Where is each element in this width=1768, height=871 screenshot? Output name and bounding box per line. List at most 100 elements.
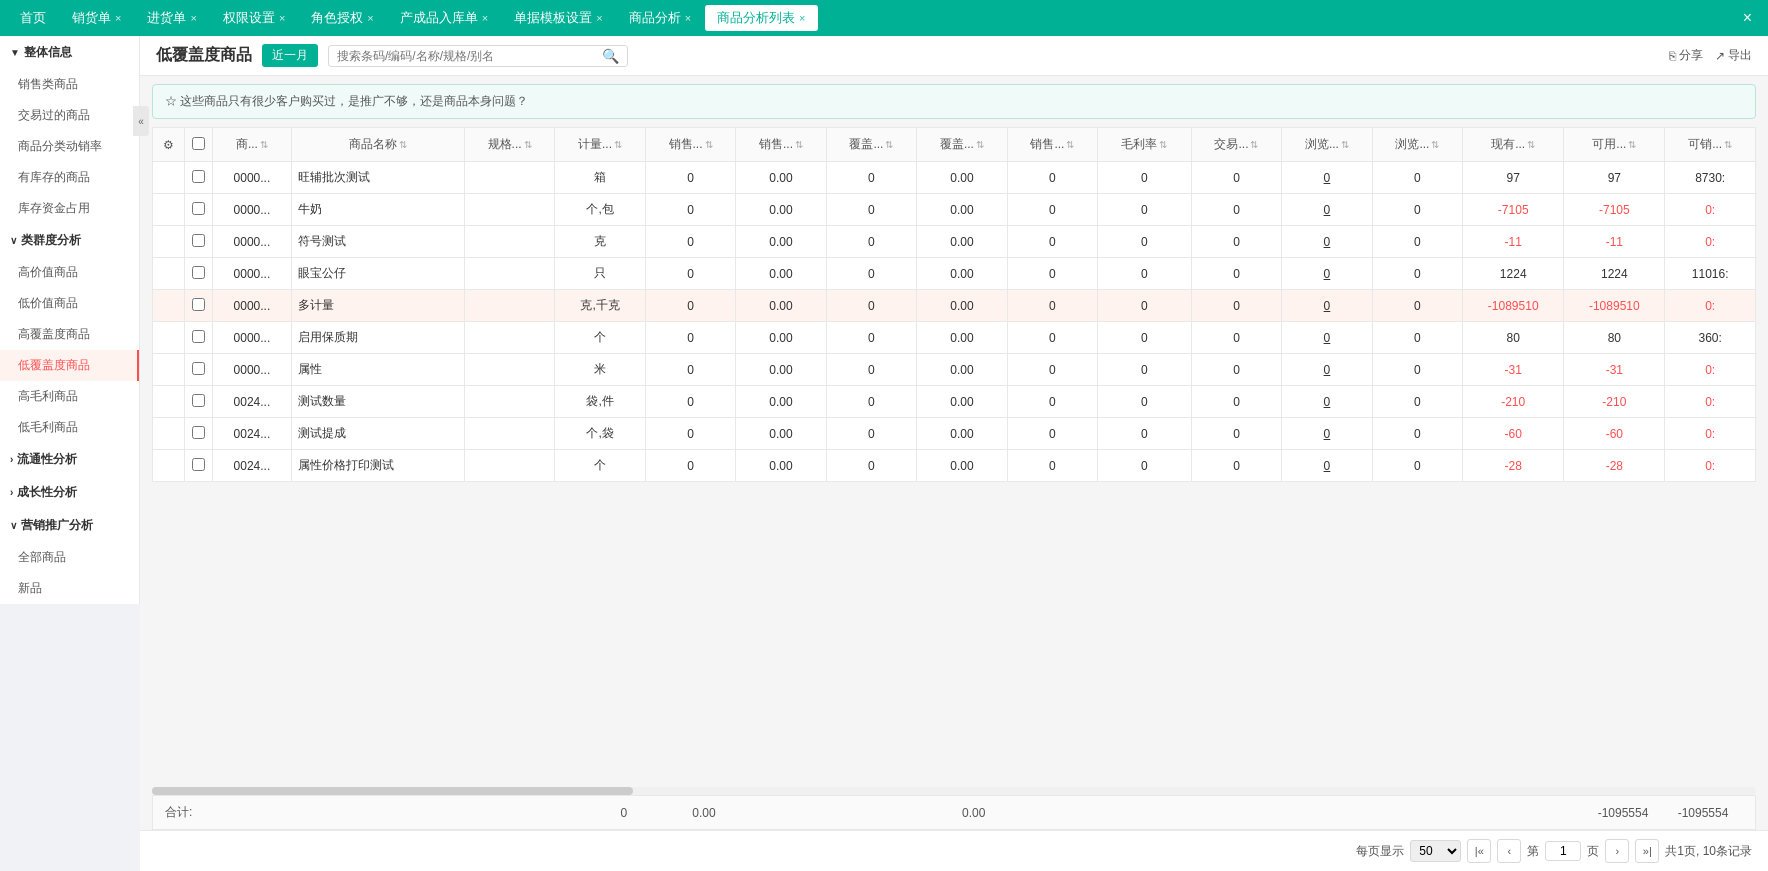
row-checkbox[interactable] [185,226,213,258]
row-checkbox[interactable] [185,258,213,290]
row-check-2[interactable] [192,234,205,247]
col-current-stock[interactable]: 现有...⇅ [1463,128,1564,162]
sidebar-item-sales-goods[interactable]: 销售类商品 [0,69,139,100]
page-size-select[interactable]: 50 100 200 [1410,840,1461,862]
sidebar-item-high-margin[interactable]: 高毛利商品 [0,381,139,412]
sidebar-item-low-coverage[interactable]: 低覆盖度商品 [0,350,139,381]
row-check-0[interactable] [192,170,205,183]
col-code[interactable]: 商...⇅ [213,128,292,162]
row-checkbox[interactable] [185,162,213,194]
close-all-button[interactable]: × [1735,9,1760,27]
nav-permissions-close[interactable]: × [279,12,285,24]
sidebar-section-marketing[interactable]: ∨ 营销推广分析 [0,509,139,542]
col-browse1[interactable]: 浏览...⇅ [1282,128,1372,162]
sidebar-item-new-goods[interactable]: 新品 [0,573,139,604]
col-saleable[interactable]: 可销...⇅ [1665,128,1756,162]
col-settings[interactable]: ⚙ [153,128,185,162]
row-check-4[interactable] [192,298,205,311]
sidebar-item-category-sales-rate[interactable]: 商品分类动销率 [0,131,139,162]
row-check-3[interactable] [192,266,205,279]
nav-product-warehouse[interactable]: 产成品入库单 × [388,5,500,31]
row-settings[interactable] [153,194,185,226]
col-checkbox[interactable] [185,128,213,162]
row-browse1-link[interactable]: 0 [1282,322,1372,354]
row-settings[interactable] [153,258,185,290]
select-all-checkbox[interactable] [192,137,205,150]
col-gross-margin[interactable]: 毛利率⇅ [1098,128,1192,162]
row-browse1-link[interactable]: 0 [1282,162,1372,194]
col-available[interactable]: 可用...⇅ [1564,128,1665,162]
sidebar-item-inventory-capital[interactable]: 库存资金占用 [0,193,139,224]
next-page-button[interactable]: › [1605,839,1629,863]
row-checkbox[interactable] [185,322,213,354]
row-checkbox[interactable] [185,194,213,226]
row-check-9[interactable] [192,458,205,471]
nav-product-analysis[interactable]: 商品分析 × [617,5,703,31]
filter-period-button[interactable]: 近一月 [262,44,318,67]
sidebar-item-low-margin[interactable]: 低毛利商品 [0,412,139,443]
row-checkbox[interactable] [185,418,213,450]
sidebar-item-high-coverage[interactable]: 高覆盖度商品 [0,319,139,350]
sidebar-item-low-value[interactable]: 低价值商品 [0,288,139,319]
nav-purchase-order-close[interactable]: × [190,12,196,24]
row-checkbox[interactable] [185,386,213,418]
horizontal-scrollbar[interactable] [152,787,1756,795]
table-container[interactable]: ⚙ 商...⇅ 商品名称⇅ 规格...⇅ 计量...⇅ 销售...⇅ 销售...… [140,119,1768,787]
nav-role-auth-close[interactable]: × [367,12,373,24]
nav-product-analysis-list-close[interactable]: × [799,12,805,24]
row-settings[interactable] [153,322,185,354]
first-page-button[interactable]: |« [1467,839,1491,863]
sidebar-item-stocked-goods[interactable]: 有库存的商品 [0,162,139,193]
nav-purchase-order[interactable]: 进货单 × [135,5,208,31]
scrollbar-thumb[interactable] [152,787,633,795]
sidebar-item-all-goods[interactable]: 全部商品 [0,542,139,573]
nav-product-analysis-list[interactable]: 商品分析列表 × [705,5,817,31]
col-browse2[interactable]: 浏览...⇅ [1372,128,1462,162]
col-trade[interactable]: 交易...⇅ [1191,128,1281,162]
row-check-1[interactable] [192,202,205,215]
row-browse1-link[interactable]: 0 [1282,418,1372,450]
row-check-6[interactable] [192,362,205,375]
row-checkbox[interactable] [185,290,213,322]
sidebar-section-liquidity[interactable]: › 流通性分析 [0,443,139,476]
row-check-8[interactable] [192,426,205,439]
export-button[interactable]: ↗ 导出 [1715,47,1752,64]
sidebar-collapse-button[interactable]: « [133,106,149,136]
row-settings[interactable] [153,354,185,386]
sidebar-section-growth[interactable]: › 成长性分析 [0,476,139,509]
nav-sales-order[interactable]: 销货单 × [60,5,133,31]
last-page-button[interactable]: »| [1635,839,1659,863]
search-icon[interactable]: 🔍 [602,48,619,64]
col-spec[interactable]: 规格...⇅ [464,128,554,162]
nav-permissions[interactable]: 权限设置 × [211,5,297,31]
row-settings[interactable] [153,450,185,482]
row-settings[interactable] [153,290,185,322]
row-browse1-link[interactable]: 0 [1282,194,1372,226]
row-browse1-link[interactable]: 0 [1282,450,1372,482]
row-browse1-link[interactable]: 0 [1282,354,1372,386]
row-check-5[interactable] [192,330,205,343]
row-checkbox[interactable] [185,450,213,482]
nav-role-auth[interactable]: 角色授权 × [299,5,385,31]
row-settings[interactable] [153,162,185,194]
sidebar-item-high-value[interactable]: 高价值商品 [0,257,139,288]
sidebar-section-cluster[interactable]: ∨ 类群度分析 [0,224,139,257]
col-sales3[interactable]: 销售...⇅ [1007,128,1097,162]
row-browse1-link[interactable]: 0 [1282,226,1372,258]
sidebar-section-overall[interactable]: ▼ 整体信息 [0,36,139,69]
nav-home[interactable]: 首页 [8,5,58,31]
share-button[interactable]: ⎘ 分享 [1669,47,1703,64]
row-settings[interactable] [153,386,185,418]
col-coverage1[interactable]: 覆盖...⇅ [826,128,916,162]
col-sales-qty[interactable]: 销售...⇅ [645,128,735,162]
row-settings[interactable] [153,418,185,450]
nav-template-settings[interactable]: 单据模板设置 × [502,5,614,31]
row-browse1-link[interactable]: 0 [1282,386,1372,418]
prev-page-button[interactable]: ‹ [1497,839,1521,863]
row-browse1-link[interactable]: 0 [1282,290,1372,322]
row-checkbox[interactable] [185,354,213,386]
search-input[interactable] [337,49,602,63]
col-sales-amount[interactable]: 销售...⇅ [736,128,826,162]
row-check-7[interactable] [192,394,205,407]
sidebar-item-traded-goods[interactable]: 交易过的商品 [0,100,139,131]
